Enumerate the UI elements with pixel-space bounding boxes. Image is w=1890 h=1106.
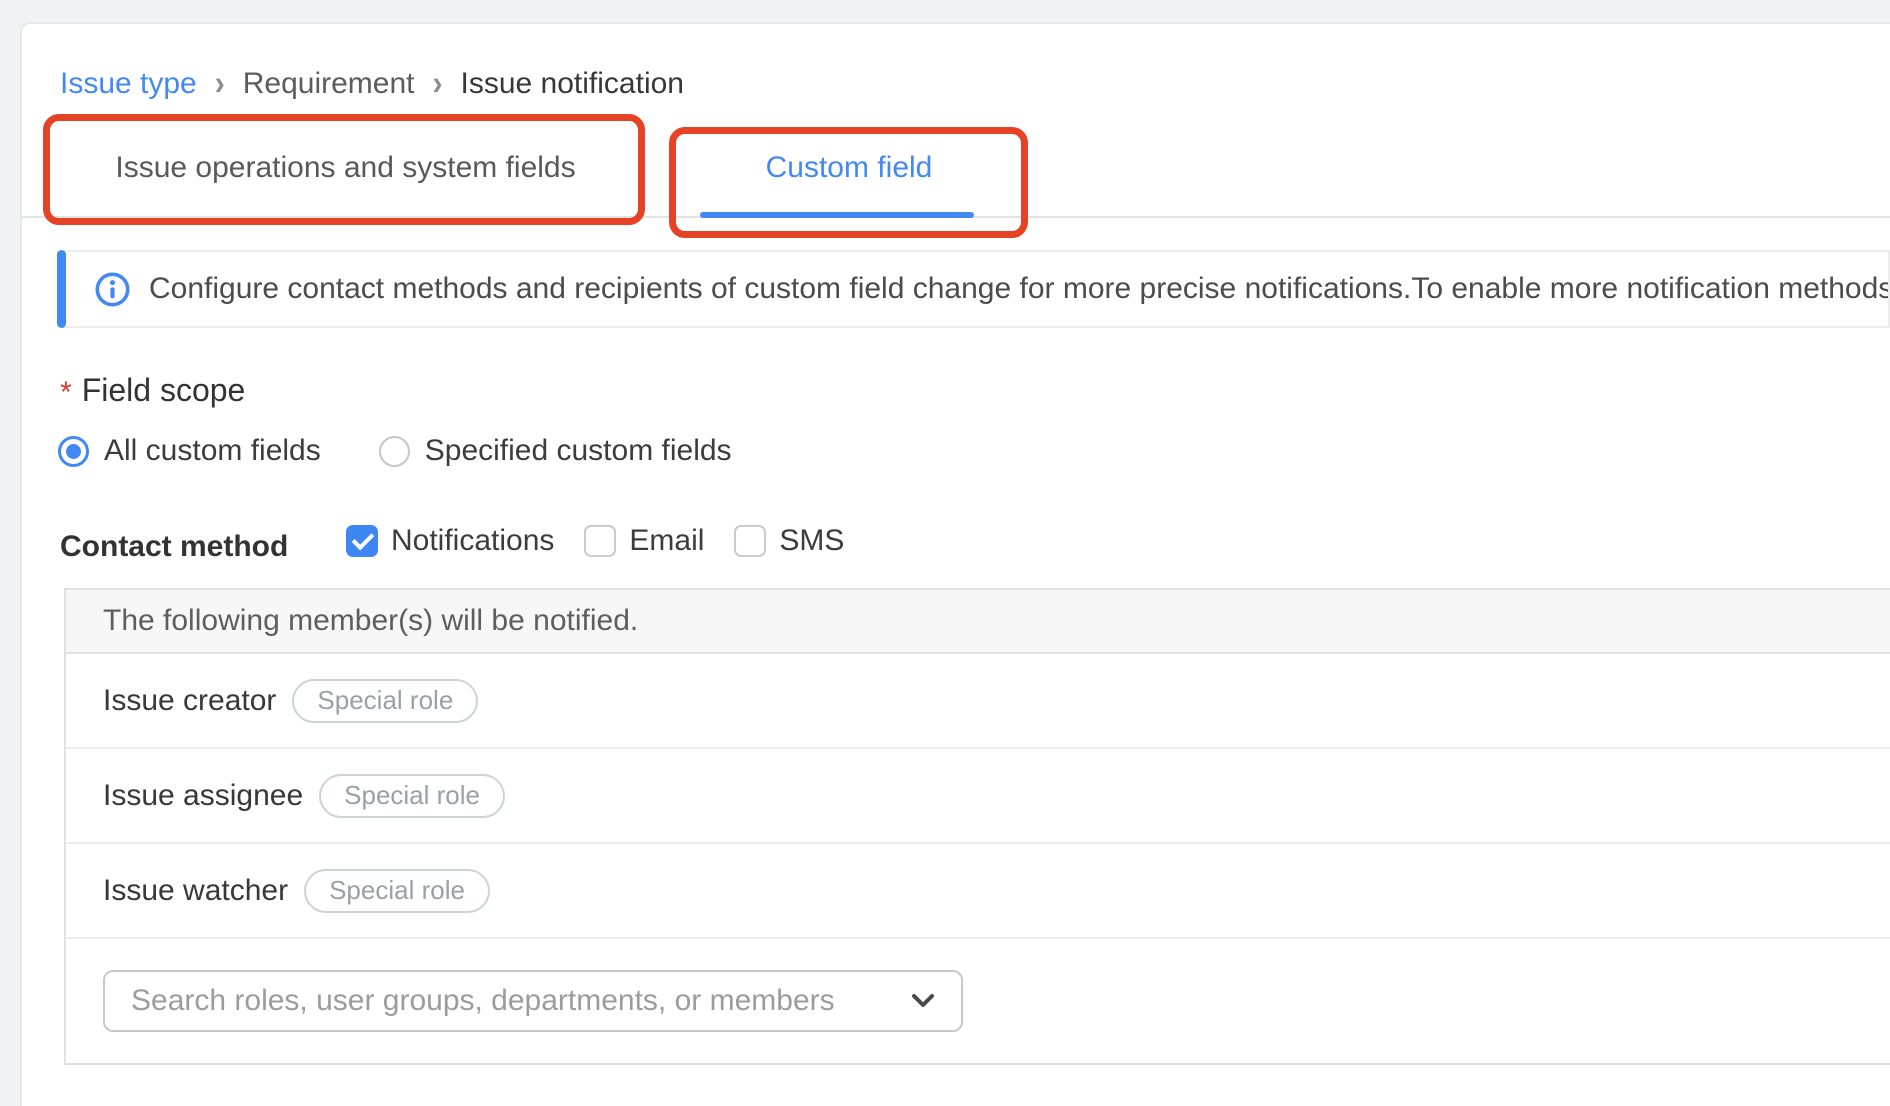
special-role-badge: Special role [292,678,479,723]
table-header: The following member(s) will be notified… [66,590,1890,654]
page: Issue type › Requirement › Issue notific… [0,0,1890,1106]
checkbox-unchecked-icon[interactable] [584,525,617,557]
checkbox-label: Notifications [391,524,555,557]
breadcrumb-separator-icon: › [214,64,225,103]
breadcrumb-requirement[interactable]: Requirement [243,62,415,106]
tab-label: Custom field [765,151,933,184]
field-scope-title: Field scope [81,372,246,408]
info-icon [94,271,131,308]
table-row-issue-watcher: Issue watcher Special role [66,844,1890,939]
breadcrumb: Issue type › Requirement › Issue notific… [60,62,684,106]
radio-unselected-icon[interactable] [378,435,410,467]
special-role-badge: Special role [304,868,490,913]
tab-issue-operations-and-system-fields[interactable]: Issue operations and system fields [48,120,643,216]
breadcrumb-separator-icon: › [432,64,443,103]
notified-members-table: The following member(s) will be notified… [64,588,1890,1065]
radio-label: Specified custom fields [424,434,732,467]
checkbox-checked-icon[interactable] [346,525,378,557]
radio-selected-icon[interactable] [58,435,89,467]
banner-text: Configure contact methods and recipients… [149,272,1890,305]
tab-label: Issue operations and system fields [115,151,576,184]
required-asterisk: * [60,376,72,409]
breadcrumb-issue-type[interactable]: Issue type [60,62,197,106]
add-member-row: Search roles, user groups, departments, … [66,939,1890,1063]
checkbox-notifications[interactable]: Notifications [346,524,554,558]
contact-method-checkbox-group: Notifications Email SMS [346,524,844,558]
checkbox-label: SMS [779,524,845,557]
member-search-select[interactable]: Search roles, user groups, departments, … [103,970,963,1032]
checkbox-sms[interactable]: SMS [734,524,844,558]
radio-all-custom-fields[interactable]: All custom fields [58,434,321,468]
special-role-badge: Special role [319,773,505,818]
checkbox-email[interactable]: Email [584,524,704,558]
radio-label: All custom fields [104,434,321,467]
field-scope-section-label: * Field scope [60,372,245,410]
field-scope-radio-group: All custom fields Specified custom field… [58,434,732,468]
tab-custom-field[interactable]: Custom field [672,120,1026,216]
checkbox-label: Email [629,524,705,557]
member-name: Issue watcher [103,873,289,907]
breadcrumb-issue-notification: Issue notification [460,67,684,100]
contact-method-label: Contact method [60,530,289,563]
table-row-issue-assignee: Issue assignee Special role [66,749,1890,844]
table-header-text: The following member(s) will be notified… [103,604,639,637]
info-banner: Configure contact methods and recipients… [62,250,1890,328]
chevron-down-icon [911,993,935,1009]
member-name: Issue assignee [103,778,304,812]
active-tab-underline [700,212,974,218]
table-row-issue-creator: Issue creator Special role [66,654,1890,749]
checkbox-unchecked-icon[interactable] [734,525,767,557]
radio-specified-custom-fields[interactable]: Specified custom fields [378,434,732,468]
member-name: Issue creator [103,683,277,717]
banner-accent-bar [57,250,66,328]
member-search-placeholder: Search roles, user groups, departments, … [131,984,835,1017]
